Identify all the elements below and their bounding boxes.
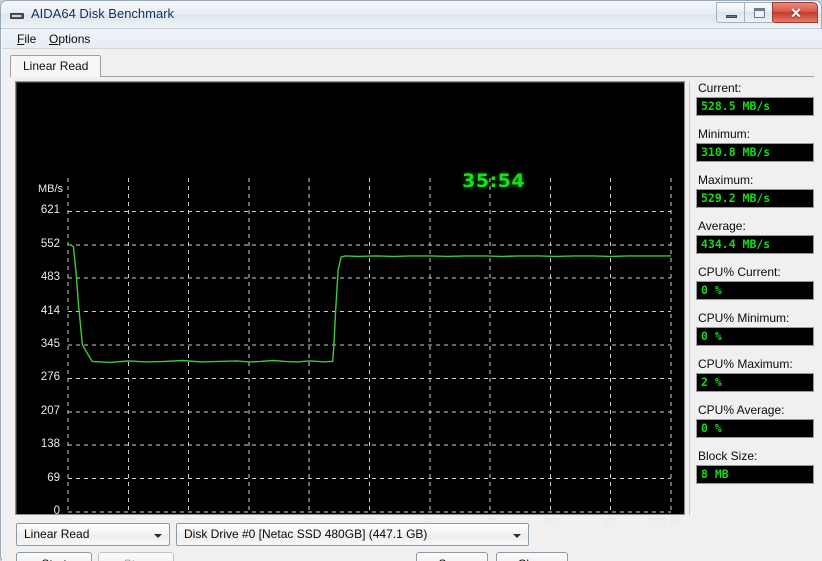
statistics-panel: Current: 528.5 MB/s Minimum: 310.8 MB/s Maxi… [696,81,814,515]
chart-x-tick-10: 100 % [646,517,680,529]
close-icon: ✕ [790,5,802,21]
stat-label-5: CPU% Minimum: [698,311,790,325]
menu-bar: File Options [2,29,822,49]
chart-y-tick-1: 69 [47,471,60,484]
stat-label-4: CPU% Current: [698,265,781,279]
chart-canvas: MB/s 069138207276345414483552621 0102030… [16,82,684,529]
disk-drive-select[interactable]: Disk Drive #0 [Netac SSD 480GB] (447.1 G… [176,523,529,546]
close-button[interactable]: ✕ [772,2,818,23]
chevron-down-icon [513,534,521,538]
chart-y-tick-2: 138 [40,438,60,451]
chart-x-tick-8: 80 [543,517,557,529]
benchmark-mode-value: Linear Read [24,527,90,541]
chart-y-tick-4: 276 [40,371,60,384]
chart-y-axis-label: MB/s [38,183,64,196]
menu-item-file[interactable]: File [12,31,41,47]
chevron-down-icon [154,534,162,538]
stat-label-0: Current: [698,81,742,95]
chart-y-tick-0: 0 [53,505,60,517]
chart-x-tick-9: 90 [604,517,618,529]
benchmark-mode-select[interactable]: Linear Read [16,523,170,546]
app-root: AIDA64 Disk Benchmark ✕ File Options Lin… [0,0,822,561]
disk-icon [10,9,24,21]
chart-plot [67,178,672,513]
stat-value-1: 310.8 MB/s [696,143,814,162]
benchmark-chart: MB/s 069138207276345414483552621 0102030… [15,81,685,529]
tab-baseline [10,76,814,77]
window-buttons: ✕ [716,2,818,23]
stat-value-8: 8 MB [696,465,814,484]
chart-y-tick-3: 207 [40,404,60,417]
stat-value-6: 2 % [696,373,814,392]
minimize-icon [726,15,737,18]
stat-label-6: CPU% Maximum: [698,357,793,371]
chart-y-tick-9: 621 [40,204,60,217]
menu-item-options[interactable]: Options [44,31,95,47]
window-title: AIDA64 Disk Benchmark [31,6,175,21]
stat-label-7: CPU% Average: [698,403,785,417]
disk-drive-value: Disk Drive #0 [Netac SSD 480GB] (447.1 G… [184,527,428,541]
chart-y-tick-8: 552 [40,237,60,250]
stat-value-3: 434.4 MB/s [696,235,814,254]
stat-value-7: 0 % [696,419,814,438]
clear-button[interactable]: Clear [496,552,568,561]
tab-strip: Linear Read [10,55,814,77]
chart-y-tick-7: 483 [40,271,60,284]
stat-value-5: 0 % [696,327,814,346]
maximize-icon [754,8,765,18]
maximize-button[interactable] [744,2,773,23]
stat-value-4: 0 % [696,281,814,300]
application-window: AIDA64 Disk Benchmark ✕ File Options Lin… [0,0,822,561]
stop-button[interactable]: Stop [98,552,174,561]
title-bar[interactable]: AIDA64 Disk Benchmark ✕ [1,1,821,29]
save-button[interactable]: Save [416,552,488,561]
chart-y-tick-5: 345 [40,338,60,350]
stat-label-8: Block Size: [698,449,758,463]
panel-divider [689,81,690,515]
tab-linear-read[interactable]: Linear Read [10,55,102,77]
elapsed-timer: 35:54 [462,170,526,192]
minimize-button[interactable] [716,2,745,23]
stat-label-1: Minimum: [698,127,751,141]
stat-value-0: 528.5 MB/s [696,97,814,116]
chart-y-tick-6: 414 [40,304,60,317]
stat-label-3: Average: [698,219,746,233]
stat-value-2: 529.2 MB/s [696,189,814,208]
stat-label-2: Maximum: [698,173,754,187]
start-button[interactable]: Start [16,552,92,561]
client-area: Linear Read MB/s 0 69 138 207 276 345 414 483 55… [2,49,822,561]
